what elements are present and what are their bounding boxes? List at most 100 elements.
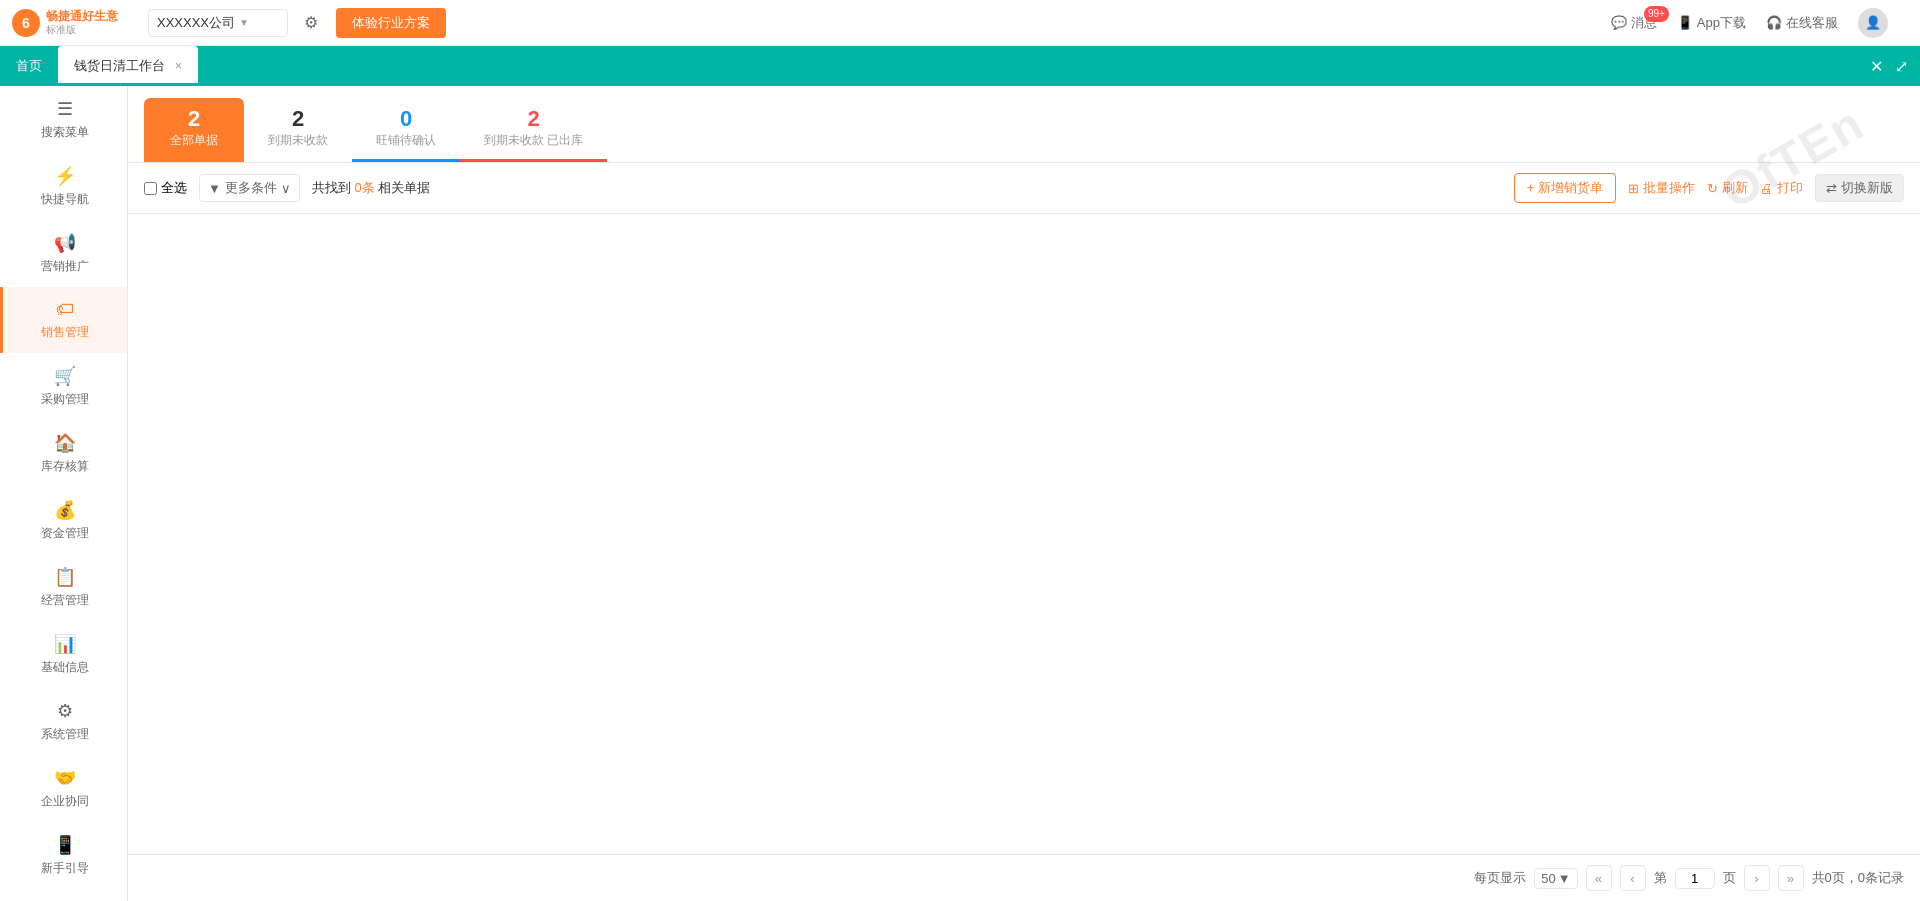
marketing-icon: 📢 (54, 232, 76, 254)
page-label: 第 (1654, 869, 1667, 887)
company-name: XXXXXX公司 (157, 14, 235, 32)
sidebar-item-inventory[interactable]: 🏠 库存核算 (0, 420, 127, 487)
batch-icon: ⊞ (1628, 181, 1639, 196)
company-selector[interactable]: XXXXXX公司 ▼ (148, 9, 288, 37)
sidebar-item-search-menu[interactable]: ☰ 搜索菜单 (0, 86, 127, 153)
search-menu-icon: ☰ (57, 98, 73, 120)
print-button[interactable]: 🖨 打印 (1760, 179, 1803, 197)
select-all-label: 全选 (161, 179, 187, 197)
batch-operation-button[interactable]: ⊞ 批量操作 (1628, 179, 1695, 197)
select-all-checkbox[interactable]: 全选 (144, 179, 187, 197)
avatar-icon: 👤 (1865, 15, 1881, 30)
stat-num-shipped: 2 (528, 106, 540, 132)
content-area: 2 全部单据 2 到期未收款 0 旺铺待确认 2 到期未收款 已出库 全选 (128, 86, 1920, 901)
stat-tab-overdue[interactable]: 2 到期未收款 (244, 98, 352, 162)
switch-new-version-button[interactable]: ⇄ 切换新版 (1815, 174, 1904, 202)
toolbar: 全选 ▼ 更多条件 ∨ 共找到 0条 相关单据 + 新增销货单 ⊞ 批量操作 ↻ (128, 163, 1920, 214)
filter-chevron-icon: ∨ (281, 181, 291, 196)
sidebar-item-purchase-label: 采购管理 (41, 391, 89, 408)
tab-minimize-button[interactable]: ✕ (1866, 53, 1887, 80)
top-header: 6 畅捷通好生意 标准版 XXXXXX公司 ▼ ⚙ 体验行业方案 💬 消息 99… (0, 0, 1920, 46)
sidebar-item-finance-label: 资金管理 (41, 525, 89, 542)
sidebar-item-marketing[interactable]: 📢 营销推广 (0, 220, 127, 287)
prev-page-button[interactable]: ‹ (1620, 865, 1646, 891)
sidebar-item-cooperation[interactable]: 🤝 企业协同 (0, 755, 127, 822)
next-page-button[interactable]: › (1744, 865, 1770, 891)
tab-close-icon[interactable]: × (175, 59, 182, 73)
stat-tab-pending[interactable]: 0 旺铺待确认 (352, 98, 460, 162)
toolbar-right: + 新增销货单 ⊞ 批量操作 ↻ 刷新 🖨 打印 ⇄ 切换新版 (1514, 173, 1904, 203)
header-right: 💬 消息 99+ 📱 App下载 🎧 在线客服 👤 (1611, 8, 1908, 38)
tab-expand-button[interactable]: ⤢ (1891, 53, 1912, 80)
sidebar-item-base-info-label: 基础信息 (41, 659, 89, 676)
print-icon: 🖨 (1760, 181, 1773, 196)
total-records: 共0页，0条记录 (1812, 869, 1904, 887)
avatar[interactable]: 👤 (1858, 8, 1888, 38)
pagination: 每页显示 50 ▼ « ‹ 第 页 › » 共0页，0条记录 (128, 854, 1920, 901)
found-prefix: 共找到 (312, 180, 351, 195)
settings-gear-button[interactable]: ⚙ (296, 8, 326, 38)
logo-sub: 标准版 (46, 24, 118, 36)
tab-home[interactable]: 首页 (0, 46, 58, 86)
sidebar-item-quick-nav-label: 快捷导航 (41, 191, 89, 208)
stat-tab-shipped[interactable]: 2 到期未收款 已出库 (460, 98, 607, 162)
stat-tab-all[interactable]: 2 全部单据 (144, 98, 244, 162)
per-page-select[interactable]: 50 ▼ (1534, 868, 1577, 889)
last-page-button[interactable]: » (1778, 865, 1804, 891)
message-button[interactable]: 💬 消息 99+ (1611, 14, 1657, 32)
select-all-input[interactable] (144, 182, 157, 195)
sidebar-item-sales-label: 销售管理 (41, 324, 89, 341)
tab-active[interactable]: 钱货日清工作台 × (58, 46, 198, 86)
sidebar-item-purchase[interactable]: 🛒 采购管理 (0, 353, 127, 420)
found-text: 共找到 0条 相关单据 (312, 179, 430, 197)
app-download-button[interactable]: 📱 App下载 (1677, 14, 1746, 32)
sidebar-item-quick-nav[interactable]: ⚡ 快捷导航 (0, 153, 127, 220)
batch-label: 批量操作 (1643, 179, 1695, 197)
filter-more-button[interactable]: ▼ 更多条件 ∨ (199, 174, 300, 202)
page-input[interactable] (1675, 868, 1715, 889)
app-logo-icon: 6 (12, 9, 40, 37)
sidebar-item-marketing-label: 营销推广 (41, 258, 89, 275)
tab-active-label: 钱货日清工作台 (74, 57, 165, 75)
message-icon: 💬 (1611, 15, 1627, 30)
first-page-button[interactable]: « (1586, 865, 1612, 891)
base-info-icon: 📊 (54, 633, 76, 655)
sidebar-item-sales[interactable]: 🏷 销售管理 (0, 287, 127, 353)
logo-area: 6 畅捷通好生意 标准版 (12, 9, 140, 37)
print-label: 打印 (1777, 179, 1803, 197)
stat-num-all: 2 (188, 106, 200, 132)
sidebar-item-system[interactable]: ⚙ 系统管理 (0, 688, 127, 755)
finance-icon: 💰 (54, 499, 76, 521)
refresh-button[interactable]: ↻ 刷新 (1707, 179, 1748, 197)
service-icon: 🎧 (1766, 15, 1782, 30)
add-sales-order-button[interactable]: + 新增销货单 (1514, 173, 1616, 203)
tab-actions: ✕ ⤢ (1866, 53, 1920, 80)
filter-icon: ▼ (208, 181, 221, 196)
message-badge: 99+ (1644, 6, 1669, 22)
trial-button[interactable]: 体验行业方案 (336, 8, 446, 38)
sidebar-item-finance[interactable]: 💰 资金管理 (0, 487, 127, 554)
tab-bar: 首页 钱货日清工作台 × ✕ ⤢ (0, 46, 1920, 86)
found-suffix: 相关单据 (378, 180, 430, 195)
switch-label: 切换新版 (1841, 179, 1893, 197)
sidebar-item-cooperation-label: 企业协同 (41, 793, 89, 810)
service-label: 在线客服 (1786, 14, 1838, 32)
sidebar-item-operations-label: 经营管理 (41, 592, 89, 609)
purchase-icon: 🛒 (54, 365, 76, 387)
per-page-value: 50 (1541, 871, 1555, 886)
tab-home-label: 首页 (16, 57, 42, 75)
app-download-icon: 📱 (1677, 15, 1693, 30)
stat-label-shipped: 到期未收款 已出库 (484, 132, 583, 149)
logo-text-block: 畅捷通好生意 标准版 (46, 9, 118, 35)
stat-label-pending: 旺铺待确认 (376, 132, 436, 149)
sidebar-item-base-info[interactable]: 📊 基础信息 (0, 621, 127, 688)
sidebar-item-inventory-label: 库存核算 (41, 458, 89, 475)
cooperation-icon: 🤝 (54, 767, 76, 789)
sidebar-item-guide-label: 新手引导 (41, 860, 89, 877)
sidebar-item-guide[interactable]: 📱 新手引导 (0, 822, 127, 889)
logo-title: 畅捷通好生意 (46, 9, 118, 23)
sidebar-item-app-center[interactable]: 🔔 应用中心 (0, 889, 127, 901)
system-icon: ⚙ (57, 700, 73, 722)
online-service-button[interactable]: 🎧 在线客服 (1766, 14, 1838, 32)
sidebar-item-operations[interactable]: 📋 经营管理 (0, 554, 127, 621)
